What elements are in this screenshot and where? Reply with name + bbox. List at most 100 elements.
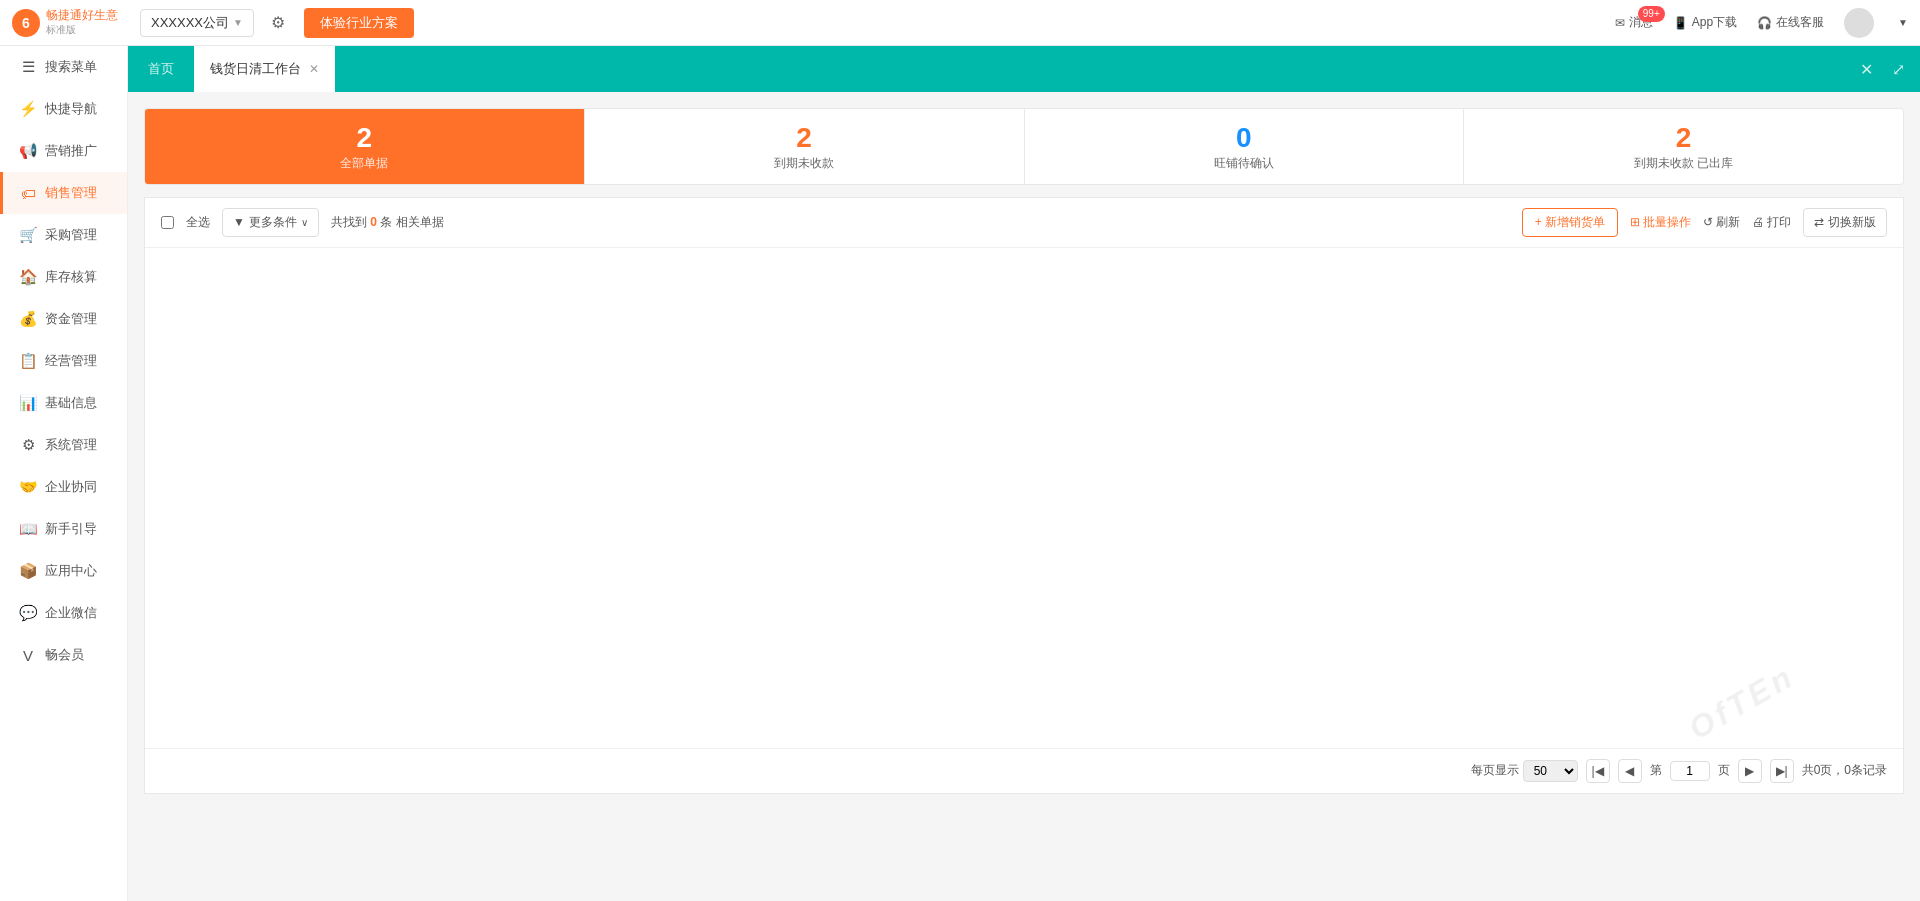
stats-label-overdue-shipped: 到期未收款 已出库 <box>1634 156 1733 170</box>
sidebar-item-inventory[interactable]: 🏠 库存核算 <box>0 256 127 298</box>
sidebar-label-system: 系统管理 <box>45 436 97 454</box>
headset-icon: 🎧 <box>1757 16 1772 30</box>
batch-icon: ⊞ <box>1630 215 1640 229</box>
top-header: 6 畅捷通好生意 标准版 XXXXXX公司 ▼ ⚙ 体验行业方案 ✉ 消息 99… <box>0 0 1920 46</box>
message-item[interactable]: ✉ 消息 99+ <box>1615 14 1653 31</box>
tab-work[interactable]: 钱货日清工作台 ✕ <box>194 46 335 92</box>
select-all-label: 全选 <box>186 214 210 231</box>
switch-version-button[interactable]: ⇄ 切换新版 <box>1803 208 1887 237</box>
found-count: 0 <box>370 215 377 229</box>
content-area: 全选 ▼ 更多条件 ∨ 共找到 0 条 相关单据 + 新增销货单 ⊞ 批量操作 … <box>144 197 1904 794</box>
sidebar-label-basic-info: 基础信息 <box>45 394 97 412</box>
close-tab-icon[interactable]: ✕ <box>1852 55 1880 83</box>
print-button[interactable]: 🖨 打印 <box>1752 214 1791 231</box>
switch-label: 切换新版 <box>1828 214 1876 231</box>
tab-bar-right: ✕ ⤢ <box>1852 55 1920 83</box>
gear-icon: ⚙ <box>19 436 37 454</box>
money-icon: 💰 <box>19 310 37 328</box>
print-label: 打印 <box>1767 214 1791 231</box>
stats-num-overdue: 2 <box>593 121 1016 155</box>
sidebar-item-marketing[interactable]: 📢 营销推广 <box>0 130 127 172</box>
sidebar-item-beginner[interactable]: 📖 新手引导 <box>0 508 127 550</box>
stats-label-overdue: 到期未收款 <box>774 156 834 170</box>
first-page-button[interactable]: |◀ <box>1586 759 1610 783</box>
lightning-icon: ⚡ <box>19 100 37 118</box>
message-icon: ✉ <box>1615 16 1625 30</box>
house-icon: 🏠 <box>19 268 37 286</box>
filter-button[interactable]: ▼ 更多条件 ∨ <box>222 208 319 237</box>
sidebar-item-purchase[interactable]: 🛒 采购管理 <box>0 214 127 256</box>
select-all-checkbox[interactable] <box>161 216 174 229</box>
sidebar-label-operations: 经营管理 <box>45 352 97 370</box>
toolbar: 全选 ▼ 更多条件 ∨ 共找到 0 条 相关单据 + 新增销货单 ⊞ 批量操作 … <box>145 198 1903 248</box>
sidebar-item-enterprise[interactable]: 🤝 企业协同 <box>0 466 127 508</box>
company-selector[interactable]: XXXXXX公司 ▼ <box>140 9 254 37</box>
total-records: 共0页，0条记录 <box>1802 762 1887 779</box>
page-suffix: 页 <box>1718 762 1730 779</box>
stats-num-overdue-shipped: 2 <box>1472 121 1895 155</box>
search-icon: ☰ <box>19 58 37 76</box>
tab-bar: 首页 钱货日清工作台 ✕ ✕ ⤢ <box>128 46 1920 92</box>
sidebar-item-sales[interactable]: 🏷 销售管理 <box>0 172 127 214</box>
sidebar: ☰ 搜索菜单 ⚡ 快捷导航 📢 营销推广 🏷 销售管理 🛒 采购管理 🏠 库存核… <box>0 46 128 901</box>
user-name-item[interactable]: ▼ <box>1894 17 1908 28</box>
message-badge: 99+ <box>1638 6 1665 22</box>
next-page-button[interactable]: ▶ <box>1738 759 1762 783</box>
found-suffix: 条 <box>380 215 392 229</box>
avatar[interactable] <box>1844 8 1874 38</box>
app-download-label: App下载 <box>1692 14 1737 31</box>
box-icon: 📦 <box>19 562 37 580</box>
per-page-select[interactable]: 50 100 200 <box>1523 760 1578 782</box>
refresh-button[interactable]: ↺ 刷新 <box>1703 214 1740 231</box>
page-input[interactable] <box>1670 761 1710 781</box>
expand-icon[interactable]: ⤢ <box>1884 55 1912 83</box>
sidebar-item-search-menu[interactable]: ☰ 搜索菜单 <box>0 46 127 88</box>
empty-list-area <box>145 248 1903 748</box>
header-right: ✉ 消息 99+ 📱 App下载 🎧 在线客服 ▼ <box>1615 8 1908 38</box>
tab-home[interactable]: 首页 <box>128 46 194 92</box>
table-icon: 📊 <box>19 394 37 412</box>
sidebar-label-enterprise: 企业协同 <box>45 478 97 496</box>
found-prefix: 共找到 <box>331 215 367 229</box>
sidebar-item-vip[interactable]: V 畅会员 <box>0 634 127 676</box>
online-support-label: 在线客服 <box>1776 14 1824 31</box>
sidebar-item-basic-info[interactable]: 📊 基础信息 <box>0 382 127 424</box>
settings-icon[interactable]: ⚙ <box>262 7 294 39</box>
clipboard-icon: 📋 <box>19 352 37 370</box>
stats-tab-overdue[interactable]: 2 到期未收款 <box>585 109 1025 184</box>
sidebar-item-system[interactable]: ⚙ 系统管理 <box>0 424 127 466</box>
filter-arrow: ∨ <box>301 217 308 228</box>
prev-page-button[interactable]: ◀ <box>1618 759 1642 783</box>
chevron-down-icon2: ▼ <box>1898 17 1908 28</box>
online-support-item[interactable]: 🎧 在线客服 <box>1757 14 1824 31</box>
toolbar-right: + 新增销货单 ⊞ 批量操作 ↺ 刷新 🖨 打印 ⇄ 切换新版 <box>1522 208 1887 237</box>
found-text: 共找到 0 条 相关单据 <box>331 214 444 231</box>
sidebar-label-beginner: 新手引导 <box>45 520 97 538</box>
sidebar-item-app-center[interactable]: 📦 应用中心 <box>0 550 127 592</box>
sidebar-item-finance[interactable]: 💰 资金管理 <box>0 298 127 340</box>
stats-tab-pending[interactable]: 0 旺铺待确认 <box>1025 109 1465 184</box>
sidebar-item-wechat[interactable]: 💬 企业微信 <box>0 592 127 634</box>
logo-name: 畅捷通好生意 <box>46 8 118 24</box>
stats-label-all: 全部单据 <box>340 156 388 170</box>
batch-button[interactable]: ⊞ 批量操作 <box>1630 214 1691 231</box>
refresh-label: 刷新 <box>1716 214 1740 231</box>
sidebar-item-operations[interactable]: 📋 经营管理 <box>0 340 127 382</box>
stats-tab-all[interactable]: 2 全部单据 <box>145 109 585 184</box>
filter-icon: ▼ <box>233 215 245 229</box>
sidebar-label-search-menu: 搜索菜单 <box>45 58 97 76</box>
app-download-item[interactable]: 📱 App下载 <box>1673 14 1737 31</box>
handshake-icon: 🤝 <box>19 478 37 496</box>
trial-button[interactable]: 体验行业方案 <box>304 8 414 38</box>
stats-tab-overdue-shipped[interactable]: 2 到期未收款 已出库 <box>1464 109 1903 184</box>
stats-num-all: 2 <box>153 121 576 155</box>
page-label: 第 <box>1650 762 1662 779</box>
tab-close-icon[interactable]: ✕ <box>309 62 319 76</box>
last-page-button[interactable]: ▶| <box>1770 759 1794 783</box>
tab-home-label: 首页 <box>148 60 174 78</box>
sidebar-item-quick-nav[interactable]: ⚡ 快捷导航 <box>0 88 127 130</box>
add-order-button[interactable]: + 新增销货单 <box>1522 208 1618 237</box>
tag-icon: 🏷 <box>19 185 37 202</box>
logo-icon: 6 <box>12 9 40 37</box>
related-label: 相关单据 <box>396 215 444 229</box>
